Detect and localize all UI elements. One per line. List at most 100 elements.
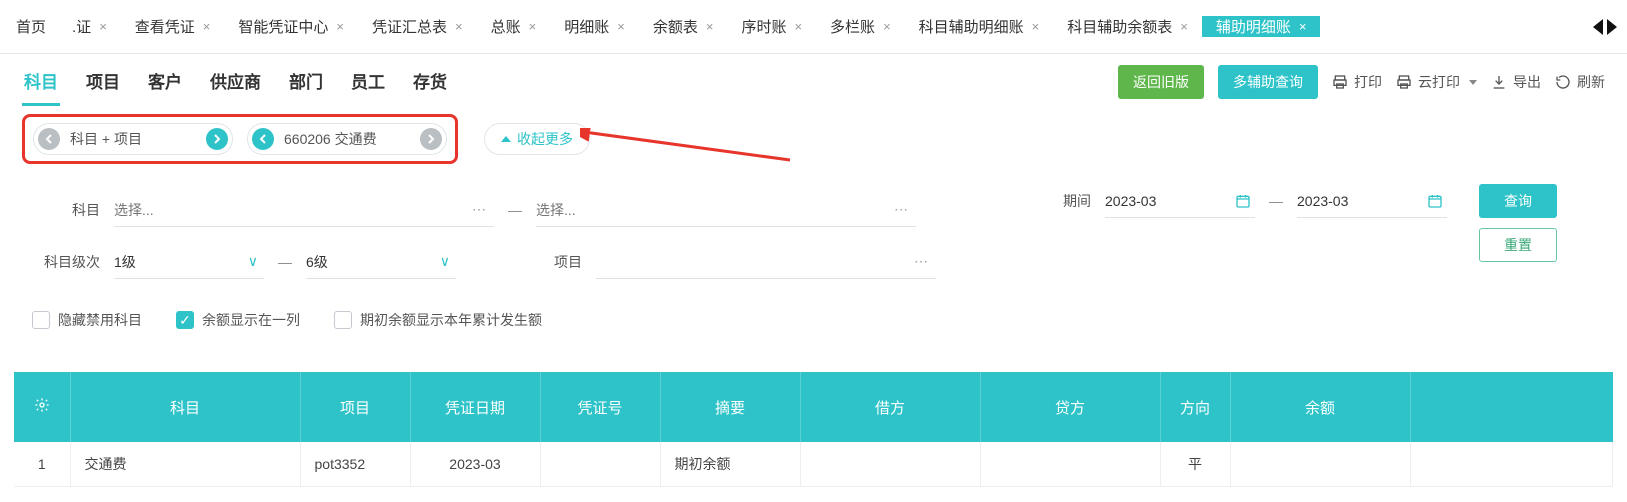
chip-label: 科目 + 项目 — [60, 129, 206, 149]
subject-label: 科目 — [22, 200, 114, 220]
range-dash: — — [494, 202, 536, 218]
cloud-print-button[interactable]: 云打印 — [1396, 72, 1477, 92]
table-cell — [980, 442, 1160, 486]
tab-item[interactable]: 余额表 × — [639, 16, 728, 37]
calendar-icon[interactable] — [1423, 193, 1447, 209]
project-field[interactable]: ⋯ — [596, 245, 936, 279]
table-cell — [1230, 442, 1410, 486]
table-cell: pot3352 — [300, 442, 410, 486]
chk-hide-disabled[interactable]: 隐藏禁用科目 — [32, 310, 142, 330]
reset-button[interactable]: 重置 — [1479, 228, 1557, 262]
filter-chips-row: 科目 + 项目 660206 交通费 收起更多 — [0, 110, 1627, 174]
close-icon[interactable]: × — [455, 19, 463, 34]
subtab-item[interactable]: 项目 — [84, 58, 122, 106]
checkbox-icon — [32, 311, 50, 329]
table-cell — [540, 442, 660, 486]
query-button[interactable]: 查询 — [1479, 184, 1557, 218]
subtab-item[interactable]: 客户 — [146, 58, 184, 106]
period-to-field[interactable]: 2023-03 — [1297, 184, 1447, 218]
back-old-button[interactable]: 返回旧版 — [1118, 65, 1204, 99]
chip-prev-icon[interactable] — [252, 128, 274, 150]
subtab-item[interactable]: 员工 — [349, 58, 387, 106]
chip-subject-code[interactable]: 660206 交通费 — [247, 123, 447, 155]
close-icon[interactable]: × — [883, 19, 891, 34]
chevron-down-icon: ∨ — [242, 253, 264, 270]
collapse-more-button[interactable]: 收起更多 — [484, 123, 590, 155]
subtab-item[interactable]: 供应商 — [208, 58, 263, 106]
tabs-scroll-right-icon[interactable] — [1607, 19, 1617, 35]
subject-to-field[interactable]: ⋯ — [536, 193, 916, 227]
close-icon[interactable]: × — [1032, 19, 1040, 34]
gear-icon[interactable] — [34, 397, 50, 413]
table-cell: 期初余额 — [660, 442, 800, 486]
subtab-item[interactable]: 部门 — [287, 58, 325, 106]
tab-label: 科目辅助余额表 — [1067, 16, 1172, 37]
subtab-item[interactable]: 科目 — [22, 58, 60, 106]
project-input[interactable] — [596, 254, 908, 270]
close-icon[interactable]: × — [617, 19, 625, 34]
tab-item[interactable]: 科目辅助余额表 × — [1053, 16, 1202, 37]
close-icon[interactable]: × — [706, 19, 714, 34]
close-icon[interactable]: × — [794, 19, 802, 34]
chip-subject-project[interactable]: 科目 + 项目 — [33, 123, 233, 155]
calendar-icon[interactable] — [1231, 193, 1255, 209]
chk-balance-one-col[interactable]: ✓ 余额显示在一列 — [176, 310, 300, 330]
export-button[interactable]: 导出 — [1491, 72, 1541, 92]
refresh-button[interactable]: 刷新 — [1555, 72, 1605, 92]
actions: 返回旧版 多辅助查询 打印 云打印 导出 刷新 — [1118, 65, 1605, 99]
tab-item[interactable]: 序时账× — [727, 16, 816, 37]
lookup-icon[interactable]: ⋯ — [888, 201, 916, 218]
table-header: 贷方 — [980, 372, 1160, 442]
level-from-select[interactable]: 1级 ∨ — [114, 245, 264, 279]
close-icon[interactable]: × — [529, 19, 537, 34]
subtabs: 科目项目客户供应商部门员工存货 — [22, 58, 1118, 106]
subject-from-field[interactable]: ⋯ — [114, 193, 494, 227]
tab-item[interactable]: 查看凭证× — [121, 16, 225, 37]
range-dash: — — [1255, 193, 1297, 209]
subtab-item[interactable]: 存货 — [411, 58, 449, 106]
chip-next-icon[interactable] — [206, 128, 228, 150]
close-icon[interactable]: × — [1299, 19, 1307, 34]
filter-form: 科目 ⋯ — ⋯ 科目级次 1级 ∨ — 6级 ∨ 项目 — [0, 174, 1627, 348]
period-from-field[interactable]: 2023-03 — [1105, 184, 1255, 218]
tab-item[interactable]: 总账 × — [477, 16, 551, 37]
close-icon[interactable]: × — [203, 19, 211, 34]
table-header — [14, 372, 70, 442]
close-icon[interactable]: × — [336, 19, 344, 34]
tab-label: 总账 — [491, 16, 521, 37]
print-button[interactable]: 打印 — [1332, 72, 1382, 92]
chip-next-icon[interactable] — [420, 128, 442, 150]
tab-home[interactable]: 首页 — [4, 16, 58, 37]
tab-item[interactable]: 多栏账× — [816, 16, 905, 37]
tab-item[interactable]: 明细账× — [550, 16, 639, 37]
subject-to-input[interactable] — [536, 202, 888, 218]
tab-item[interactable]: 智能凭证中心× — [224, 16, 358, 37]
chk-initial-ytd[interactable]: 期初余额显示本年累计发生额 — [334, 310, 542, 330]
lookup-icon[interactable]: ⋯ — [908, 253, 936, 270]
tabs-scroll-left-icon[interactable] — [1593, 19, 1603, 35]
tab-item[interactable]: .证 × — [58, 16, 121, 37]
tab-label: 余额表 — [653, 16, 698, 37]
close-icon[interactable]: × — [1180, 19, 1188, 34]
close-icon[interactable]: × — [99, 19, 107, 34]
table-row[interactable]: 1交通费pot33522023-03期初余额平 — [14, 442, 1613, 486]
chip-prev-icon[interactable] — [38, 128, 60, 150]
lookup-icon[interactable]: ⋯ — [466, 201, 494, 218]
checkbox-icon: ✓ — [176, 311, 194, 329]
export-icon — [1491, 74, 1507, 90]
multi-aux-button[interactable]: 多辅助查询 — [1218, 65, 1318, 99]
period-range: 期间 2023-03 — 2023-03 — [1045, 184, 1447, 218]
tab-label: 首页 — [16, 16, 46, 37]
tab-item[interactable]: 科目辅助明细账 × — [905, 16, 1054, 37]
subject-from-input[interactable] — [114, 202, 466, 218]
tab-item[interactable]: 凭证汇总表× — [358, 16, 477, 37]
tab-item[interactable]: 辅助明细账× — [1202, 16, 1321, 37]
table-cell — [800, 442, 980, 486]
refresh-icon — [1555, 74, 1571, 90]
tab-label: .证 — [72, 16, 91, 37]
level-to-select[interactable]: 6级 ∨ — [306, 245, 456, 279]
range-dash: — — [264, 254, 306, 270]
filter-form-left: 科目 ⋯ — ⋯ 科目级次 1级 ∨ — 6级 ∨ 项目 — [22, 184, 1045, 330]
tabs-scroll-arrows — [1587, 19, 1623, 35]
tab-label: 科目辅助明细账 — [919, 16, 1024, 37]
